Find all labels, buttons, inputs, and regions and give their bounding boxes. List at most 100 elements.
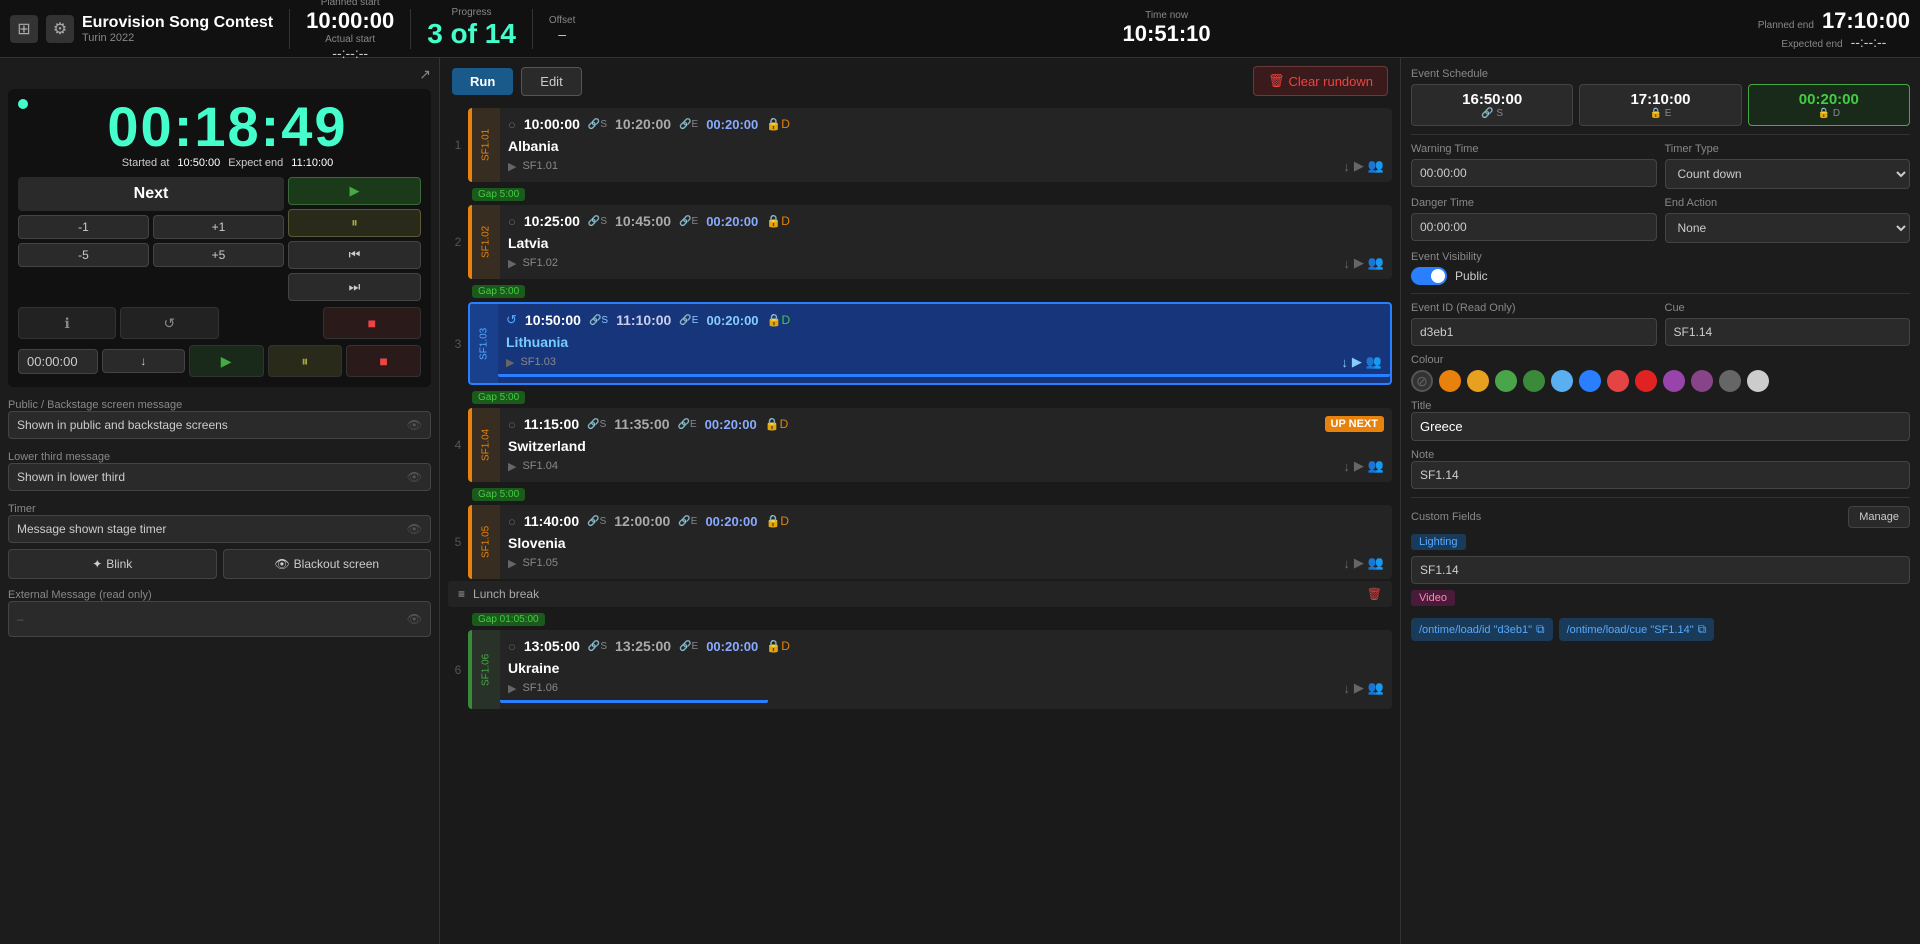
colour-dot-12[interactable] [1747, 370, 1769, 392]
colour-dot-5[interactable] [1551, 370, 1573, 392]
sched-box-3[interactable]: 00:20:00 🔒 D [1748, 84, 1910, 126]
visibility-label: Event Visibility [1411, 251, 1910, 263]
loop-button[interactable]: ↺ [120, 307, 218, 339]
event-title-4[interactable]: Switzerland [500, 436, 1392, 456]
colour-dot-9[interactable] [1663, 370, 1685, 392]
visibility-toggle[interactable] [1411, 267, 1447, 285]
time-pause-button[interactable]: ⏸ [268, 345, 343, 377]
move-down-5[interactable]: ↓ [1343, 555, 1350, 571]
clear-rundown-button[interactable]: 🗑 Clear rundown [1253, 66, 1388, 96]
circle-6: ○ [508, 639, 516, 654]
expected-end-label: Expected end [1781, 39, 1842, 50]
colour-dot-3[interactable] [1495, 370, 1517, 392]
warning-input[interactable] [1411, 159, 1657, 187]
timer-eye-icon[interactable]: 👁 [407, 522, 422, 536]
time-stop-button[interactable]: ■ [346, 345, 421, 377]
copy-icon-1[interactable]: ⧉ [1536, 622, 1545, 637]
blackout-button[interactable]: 👁 Blackout screen [223, 549, 432, 579]
public-label: Public / Backstage screen message [8, 399, 431, 411]
play-1[interactable]: ▶ [1354, 158, 1364, 174]
note-input[interactable] [1411, 461, 1910, 489]
colour-dot-7[interactable] [1607, 370, 1629, 392]
event-title-2[interactable]: Latvia [500, 233, 1392, 253]
persons-1[interactable]: 👥 [1368, 158, 1384, 174]
stop-button[interactable]: ■ [323, 307, 421, 339]
public-eye-icon[interactable]: 👁 [407, 418, 422, 432]
play-3[interactable]: ▶ [1352, 354, 1362, 370]
play-6[interactable]: ▶ [1354, 680, 1364, 696]
title-input[interactable] [1411, 412, 1910, 441]
edit-button[interactable]: Edit [521, 67, 581, 96]
manage-button[interactable]: Manage [1848, 506, 1910, 528]
plus1-button[interactable]: +1 [153, 215, 284, 239]
move-down-3[interactable]: ↓ [1341, 354, 1348, 370]
event-title-1[interactable]: Albania [500, 136, 1392, 156]
sched-box-2[interactable]: 17:10:00 🔒 E [1579, 84, 1741, 126]
event-duration-1: 00:20:00 [706, 117, 758, 132]
gear-icon[interactable]: ⚙ [46, 15, 74, 43]
persons-4[interactable]: 👥 [1368, 458, 1384, 474]
time-down-button[interactable]: ↓ [102, 349, 185, 373]
move-down-6[interactable]: ↓ [1343, 680, 1350, 696]
code-box-2[interactable]: /ontime/load/cue "SF1.14" ⧉ [1559, 618, 1715, 641]
minus1-button[interactable]: -1 [18, 215, 149, 239]
minus5-button[interactable]: -5 [18, 243, 149, 267]
colour-dot-2[interactable] [1467, 370, 1489, 392]
colour-clear[interactable]: ⊘ [1411, 370, 1433, 392]
delete-lunch-icon[interactable]: 🗑 [1367, 587, 1382, 601]
event-title-3[interactable]: Lithuania [498, 332, 1390, 352]
expand-left-button[interactable]: ↗ [419, 66, 431, 83]
persons-5[interactable]: 👥 [1368, 555, 1384, 571]
colour-dot-6[interactable] [1579, 370, 1601, 392]
event-link-s-4: 🔗S [587, 419, 606, 430]
move-down-1[interactable]: ↓ [1343, 158, 1350, 174]
offset-section: Offset – [549, 15, 576, 42]
move-down-4[interactable]: ↓ [1343, 458, 1350, 474]
persons-2[interactable]: 👥 [1368, 255, 1384, 271]
colour-section: Colour ⊘ [1411, 354, 1910, 392]
persons-3[interactable]: 👥 [1366, 354, 1382, 370]
cue-input[interactable] [1665, 318, 1911, 346]
lighting-input[interactable] [1411, 556, 1910, 584]
time-input[interactable] [18, 349, 98, 374]
colour-dot-1[interactable] [1439, 370, 1461, 392]
grid-icon[interactable]: ⊞ [10, 15, 38, 43]
event-title-6[interactable]: Ukraine [500, 658, 1392, 678]
timer-message-input[interactable]: Message shown stage timer 👁 [8, 515, 431, 543]
lunch-break-block[interactable]: ≡ Lunch break 🗑 [448, 581, 1392, 607]
info-button[interactable]: ℹ [18, 307, 116, 339]
play-button[interactable]: ▶ [288, 177, 421, 205]
colour-dot-11[interactable] [1719, 370, 1741, 392]
public-message-input[interactable]: Shown in public and backstage screens 👁 [8, 411, 431, 439]
play-4[interactable]: ▶ [1354, 458, 1364, 474]
event-id-label: Event ID (Read Only) [1411, 302, 1657, 314]
danger-input[interactable] [1411, 213, 1657, 241]
lower-eye-icon[interactable]: 👁 [407, 470, 422, 484]
pause-button[interactable]: ⏸ [288, 209, 421, 237]
event-start-4: 11:15:00 [524, 416, 579, 432]
lower-third-input[interactable]: Shown in lower third 👁 [8, 463, 431, 491]
run-button[interactable]: Run [452, 68, 513, 95]
move-down-2[interactable]: ↓ [1343, 255, 1350, 271]
time-play-button[interactable]: ▶ [189, 345, 264, 377]
colour-dot-8[interactable] [1635, 370, 1657, 392]
progress-section: Progress 3 of 14 [427, 7, 516, 50]
blink-button[interactable]: ✦ Blink [8, 549, 217, 579]
copy-icon-2[interactable]: ⧉ [1698, 622, 1707, 637]
play-2[interactable]: ▶ [1354, 255, 1364, 271]
title-section: Title [1411, 400, 1910, 441]
colour-dot-4[interactable] [1523, 370, 1545, 392]
timer-type-select[interactable]: Count down Count up Clock [1665, 159, 1911, 189]
sched-box-1[interactable]: 16:50:00 🔗 S [1411, 84, 1573, 126]
event-sub-6: ▶ SF1.06 ↓ ▶ 👥 [500, 678, 1392, 700]
end-action-select[interactable]: None Stop Load Next [1665, 213, 1911, 243]
rewind-button[interactable]: ⏮ [288, 241, 421, 269]
colour-dot-10[interactable] [1691, 370, 1713, 392]
event-title-5[interactable]: Slovenia [500, 533, 1392, 553]
external-eye-icon[interactable]: 👁 [407, 612, 422, 626]
plus5-button[interactable]: +5 [153, 243, 284, 267]
play-5[interactable]: ▶ [1354, 555, 1364, 571]
skip-button[interactable]: ⏭ [288, 273, 421, 301]
code-box-1[interactable]: /ontime/load/id "d3eb1" ⧉ [1411, 618, 1553, 641]
persons-6[interactable]: 👥 [1368, 680, 1384, 696]
